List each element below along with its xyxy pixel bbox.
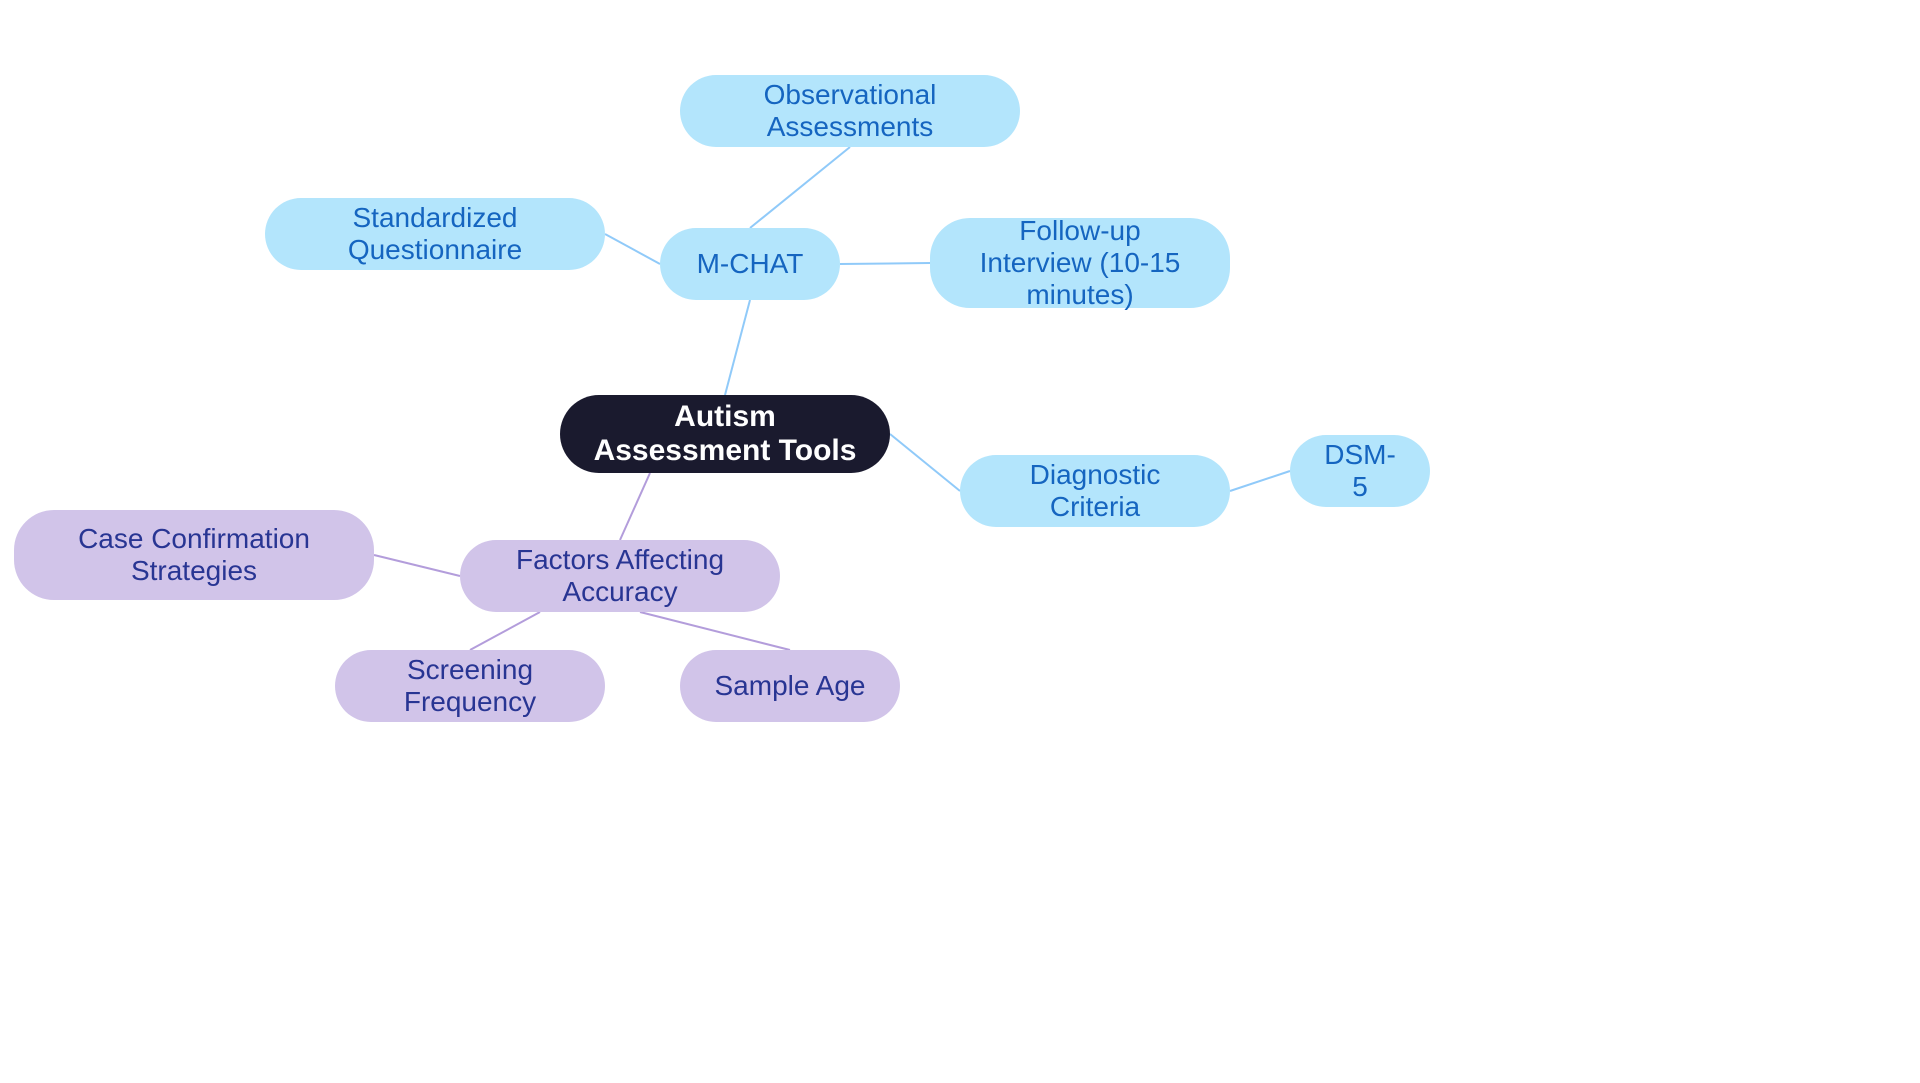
screening-node: Screening Frequency bbox=[335, 650, 605, 722]
diagnostic-node: Diagnostic Criteria bbox=[960, 455, 1230, 527]
observational-node: Observational Assessments bbox=[680, 75, 1020, 147]
mind-map-canvas: Autism Assessment Tools M-CHAT Observati… bbox=[0, 0, 1920, 1083]
sample-label: Sample Age bbox=[715, 670, 866, 702]
sample-node: Sample Age bbox=[680, 650, 900, 722]
standardized-label: Standardized Questionnaire bbox=[297, 202, 573, 266]
dsm5-label: DSM-5 bbox=[1322, 439, 1398, 503]
standardized-node: Standardized Questionnaire bbox=[265, 198, 605, 270]
factors-node: Factors Affecting Accuracy bbox=[460, 540, 780, 612]
case-node: Case Confirmation Strategies bbox=[14, 510, 374, 600]
diagnostic-label: Diagnostic Criteria bbox=[992, 459, 1198, 523]
mchat-label: M-CHAT bbox=[697, 248, 804, 280]
center-label: Autism Assessment Tools bbox=[592, 400, 858, 468]
observational-label: Observational Assessments bbox=[712, 79, 988, 143]
factors-label: Factors Affecting Accuracy bbox=[492, 544, 748, 608]
center-node: Autism Assessment Tools bbox=[560, 395, 890, 473]
case-label: Case Confirmation Strategies bbox=[46, 523, 342, 587]
mchat-node: M-CHAT bbox=[660, 228, 840, 300]
screening-label: Screening Frequency bbox=[367, 654, 573, 718]
followup-node: Follow-up Interview (10-15 minutes) bbox=[930, 218, 1230, 308]
followup-label: Follow-up Interview (10-15 minutes) bbox=[962, 215, 1198, 311]
dsm5-node: DSM-5 bbox=[1290, 435, 1430, 507]
